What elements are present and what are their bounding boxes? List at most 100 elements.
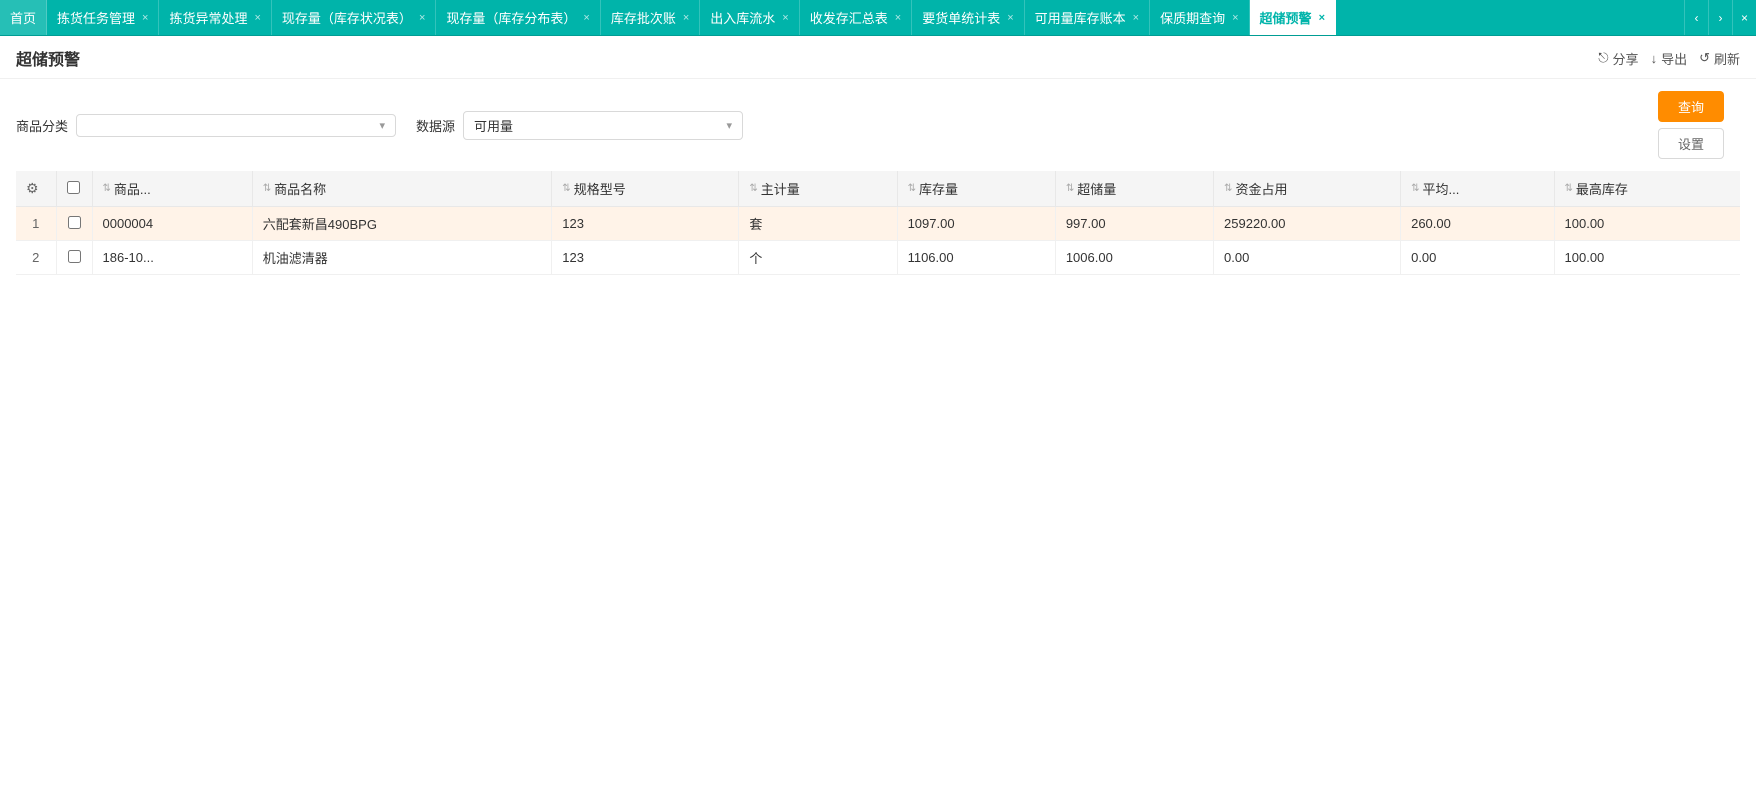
row-capital-use: 0.00 xyxy=(1214,241,1401,275)
page-header: 超储预警 ⎋ 分享 ↓ 导出 ↺ 刷新 xyxy=(0,36,1756,79)
nav-close-all-arrow[interactable]: × xyxy=(1732,0,1756,36)
nav-overstock-warn[interactable]: 超储预警 × xyxy=(1250,0,1336,36)
row-max-stock: 100.00 xyxy=(1554,207,1740,241)
row-overstock-qty: 1006.00 xyxy=(1055,241,1213,275)
nav-quality-check[interactable]: 保质期查询 × xyxy=(1150,0,1249,36)
th-product-code[interactable]: ⇅ 商品... xyxy=(92,171,252,207)
nav-arrows: ‹ › × xyxy=(1684,0,1756,36)
refresh-icon: ↺ xyxy=(1699,50,1710,66)
th-avg[interactable]: ⇅ 平均... xyxy=(1401,171,1554,207)
row-max-stock: 100.00 xyxy=(1554,241,1740,275)
close-icon[interactable]: × xyxy=(1007,12,1013,24)
sort-icon: ⇅ xyxy=(1066,183,1074,194)
filter-datasource: 数据源 可用量 ▾ xyxy=(416,111,743,140)
row-checkbox[interactable] xyxy=(68,216,81,229)
row-avg: 260.00 xyxy=(1401,207,1554,241)
datasource-value: 可用量 xyxy=(474,116,513,135)
row-seq: 1 xyxy=(16,207,56,241)
close-icon[interactable]: × xyxy=(683,12,689,24)
nav-stock-dist[interactable]: 现存量（库存分布表） × xyxy=(436,0,600,36)
row-spec: 123 xyxy=(552,207,739,241)
select-all-checkbox[interactable] xyxy=(67,181,80,194)
th-capital-use[interactable]: ⇅ 资金占用 xyxy=(1214,171,1401,207)
datasource-label: 数据源 xyxy=(416,116,455,135)
th-settings: ⚙ xyxy=(16,171,56,207)
row-spec: 123 xyxy=(552,241,739,275)
row-checkbox-cell xyxy=(56,207,92,241)
close-icon[interactable]: × xyxy=(419,12,425,24)
nav-stock-batch[interactable]: 库存批次账 × xyxy=(601,0,700,36)
query-button[interactable]: 查询 xyxy=(1658,91,1724,122)
sort-icon: ⇅ xyxy=(749,183,757,194)
th-unit[interactable]: ⇅ 主计量 xyxy=(739,171,897,207)
nav-inout-flow[interactable]: 出入库流水 × xyxy=(700,0,799,36)
nav-prev-arrow[interactable]: ‹ xyxy=(1684,0,1708,36)
category-select[interactable]: ▾ xyxy=(76,114,396,137)
table-row: 1 0000004 六配套新昌490BPG 123 套 1097.00 997.… xyxy=(16,207,1740,241)
sort-icon: ⇅ xyxy=(908,183,916,194)
th-overstock-qty[interactable]: ⇅ 超储量 xyxy=(1055,171,1213,207)
header-actions: ⎋ 分享 ↓ 导出 ↺ 刷新 xyxy=(1598,49,1740,68)
sort-icon: ⇅ xyxy=(263,183,271,194)
filter-category: 商品分类 ▾ xyxy=(16,114,396,137)
sort-icon: ⇅ xyxy=(1411,183,1419,194)
filter-area: 商品分类 ▾ 数据源 可用量 ▾ 查询 设置 xyxy=(0,79,1756,171)
nav-collect-send[interactable]: 收发存汇总表 × xyxy=(800,0,912,36)
th-spec[interactable]: ⇅ 规格型号 xyxy=(552,171,739,207)
page-content: 超储预警 ⎋ 分享 ↓ 导出 ↺ 刷新 商品分类 ▾ 数据源 xyxy=(0,36,1756,800)
th-checkbox xyxy=(56,171,92,207)
nav-abnormal[interactable]: 拣货异常处理 × xyxy=(159,0,271,36)
share-icon: ⎋ xyxy=(1598,50,1608,66)
close-icon[interactable]: × xyxy=(1133,12,1139,24)
settings-button[interactable]: 设置 xyxy=(1658,128,1724,159)
nav-next-arrow[interactable]: › xyxy=(1708,0,1732,36)
share-button[interactable]: ⎋ 分享 xyxy=(1598,49,1638,68)
row-product-code: 186-10... xyxy=(92,241,252,275)
close-icon[interactable]: × xyxy=(142,12,148,24)
close-icon[interactable]: × xyxy=(583,12,589,24)
chevron-down-icon: ▾ xyxy=(379,119,385,132)
row-unit: 个 xyxy=(739,241,897,275)
export-button[interactable]: ↓ 导出 xyxy=(1651,49,1688,68)
close-icon[interactable]: × xyxy=(895,12,901,24)
th-max-stock[interactable]: ⇅ 最高库存 xyxy=(1554,171,1740,207)
sort-icon: ⇅ xyxy=(1224,183,1232,194)
close-icon[interactable]: × xyxy=(1232,12,1238,24)
table-container: ⚙ ⇅ 商品... ⇅ 商品名称 xyxy=(0,171,1756,275)
close-icon[interactable]: × xyxy=(1319,12,1325,24)
chevron-down-icon: ▾ xyxy=(727,119,733,132)
category-label: 商品分类 xyxy=(16,116,68,135)
row-checkbox-cell xyxy=(56,241,92,275)
row-seq: 2 xyxy=(16,241,56,275)
table-header-row: ⚙ ⇅ 商品... ⇅ 商品名称 xyxy=(16,171,1740,207)
action-buttons: 查询 设置 xyxy=(1658,91,1740,159)
close-icon[interactable]: × xyxy=(782,12,788,24)
row-checkbox[interactable] xyxy=(68,250,81,263)
close-icon[interactable]: × xyxy=(254,12,260,24)
refresh-button[interactable]: ↺ 刷新 xyxy=(1699,49,1740,68)
row-capital-use: 259220.00 xyxy=(1214,207,1401,241)
nav-order-stat[interactable]: 要货单统计表 × xyxy=(912,0,1024,36)
row-product-code: 0000004 xyxy=(92,207,252,241)
nav-bar: 首页 拣货任务管理 × 拣货异常处理 × 现存量（库存状况表） × 现存量（库存… xyxy=(0,0,1756,36)
datasource-select[interactable]: 可用量 ▾ xyxy=(463,111,743,140)
row-avg: 0.00 xyxy=(1401,241,1554,275)
th-product-name[interactable]: ⇅ 商品名称 xyxy=(252,171,552,207)
nav-home[interactable]: 首页 xyxy=(0,0,47,36)
sort-icon: ⇅ xyxy=(103,183,111,194)
sort-icon: ⇅ xyxy=(1565,183,1573,194)
row-unit: 套 xyxy=(739,207,897,241)
sort-icon: ⇅ xyxy=(562,183,570,194)
column-settings-button[interactable]: ⚙ xyxy=(26,180,39,197)
table-row: 2 186-10... 机油滤清器 123 个 1106.00 1006.00 … xyxy=(16,241,1740,275)
row-stock-qty: 1097.00 xyxy=(897,207,1055,241)
nav-stock-status[interactable]: 现存量（库存状况表） × xyxy=(272,0,436,36)
nav-available-stock[interactable]: 可用量库存账本 × xyxy=(1025,0,1150,36)
row-product-name: 六配套新昌490BPG xyxy=(252,207,552,241)
data-table: ⚙ ⇅ 商品... ⇅ 商品名称 xyxy=(16,171,1740,275)
nav-task-mgmt[interactable]: 拣货任务管理 × xyxy=(47,0,159,36)
page-title: 超储预警 xyxy=(16,46,80,70)
row-stock-qty: 1106.00 xyxy=(897,241,1055,275)
export-icon: ↓ xyxy=(1651,51,1658,66)
th-stock-qty[interactable]: ⇅ 库存量 xyxy=(897,171,1055,207)
